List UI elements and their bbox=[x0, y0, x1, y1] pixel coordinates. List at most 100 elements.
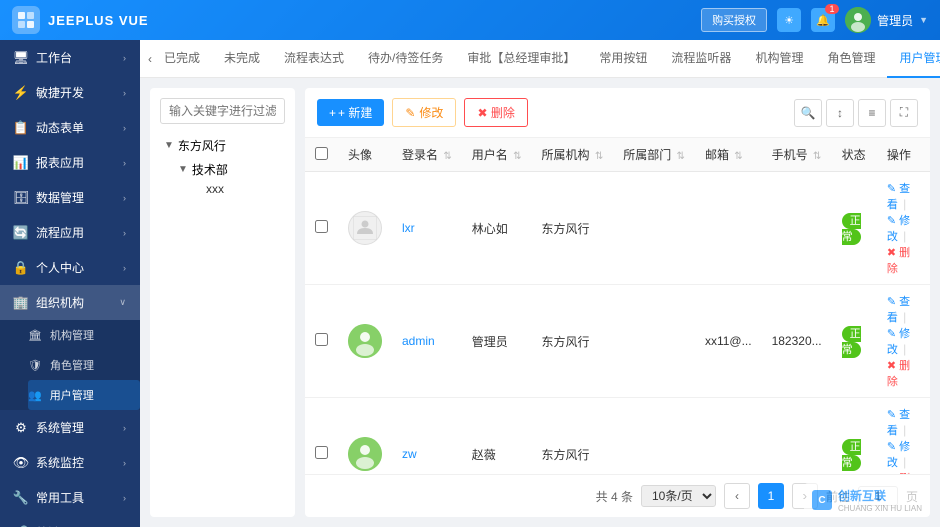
tree-panel: ▼ 东方风行 ▼ 技术部 xxx bbox=[150, 88, 295, 517]
delete-link-1[interactable]: ✖ 删除 bbox=[887, 360, 910, 388]
username-0: 林心如 bbox=[462, 172, 532, 285]
admin-area[interactable]: 管理员 ▼ bbox=[845, 7, 928, 33]
tab-flow-listener[interactable]: 流程监听器 bbox=[659, 40, 743, 78]
edit-link-1[interactable]: ✎ 修改 bbox=[887, 328, 910, 356]
sidebar-item-user-mgr[interactable]: 👥 用户管理 bbox=[28, 380, 140, 410]
page-size-select[interactable]: 10条/页 20条/页 50条/页 bbox=[641, 485, 716, 507]
notification-button[interactable]: 🔔 1 bbox=[811, 8, 835, 32]
header-avatar: 头像 bbox=[338, 138, 392, 172]
tab-user-mgmt[interactable]: 用户管理 × bbox=[887, 40, 940, 78]
table-row: zw赵薇东方风行正常 ✎ 查看 | ✎ 修改 | ✖ 删除 bbox=[305, 398, 930, 475]
row-checkbox-2[interactable] bbox=[315, 446, 328, 459]
flow-chevron: › bbox=[123, 228, 126, 238]
admin-avatar bbox=[845, 7, 871, 33]
tab-undone[interactable]: 未完成 bbox=[212, 40, 272, 78]
column-toggle-button[interactable]: ≡ bbox=[858, 99, 886, 127]
username-sort-icon[interactable]: ⇅ bbox=[513, 151, 521, 162]
table-header-row: 头像 登录名 ⇅ 用户名 ⇅ 所属机构 ⇅ 所属部门 ⇅ 邮箱 ⇅ 手机号 ⇅ … bbox=[305, 138, 930, 172]
workspace-icon: 🖥 bbox=[14, 51, 28, 65]
dept-0 bbox=[613, 172, 695, 285]
sys-mgr-icon: ⚙ bbox=[14, 421, 28, 435]
sidebar-label-dynamic: 动态表单 bbox=[36, 119, 84, 136]
delete-link-0[interactable]: ✖ 删除 bbox=[887, 247, 910, 275]
sidebar-item-flow[interactable]: 🔄 流程应用 › bbox=[0, 215, 140, 250]
theme-button[interactable]: ☀ bbox=[777, 8, 801, 32]
view-link-2[interactable]: ✎ 查看 bbox=[887, 409, 910, 437]
login-link-0[interactable]: lxr bbox=[402, 221, 415, 235]
sidebar-item-org-mgr[interactable]: 🏛 机构管理 bbox=[28, 320, 140, 350]
sidebar-item-role-mgr[interactable]: 🛡 角色管理 bbox=[28, 350, 140, 380]
org-sort-icon[interactable]: ⇅ bbox=[595, 151, 603, 162]
sidebar-item-agile[interactable]: ⚡ 敏捷开发 › bbox=[0, 75, 140, 110]
dept-sort-icon[interactable]: ⇅ bbox=[677, 151, 685, 162]
view-link-0[interactable]: ✎ 查看 bbox=[887, 183, 910, 211]
login-sort-icon[interactable]: ⇅ bbox=[443, 151, 451, 162]
delete-button[interactable]: ✖ 删除 bbox=[464, 98, 527, 127]
tree-dept-node: ▼ 技术部 xxx bbox=[174, 156, 285, 201]
edit-link-2[interactable]: ✎ 修改 bbox=[887, 441, 910, 469]
username-1: 管理员 bbox=[462, 285, 532, 398]
tree-root-label[interactable]: ▼ 东方风行 bbox=[160, 135, 285, 156]
sidebar-label-workspace: 工作台 bbox=[36, 49, 72, 66]
sidebar-item-dynamic[interactable]: 📋 动态表单 › bbox=[0, 110, 140, 145]
view-link-1[interactable]: ✎ 查看 bbox=[887, 296, 910, 324]
edit-icon: ✎ bbox=[405, 106, 415, 120]
action-cell-1: ✎ 查看 | ✎ 修改 | ✖ 删除 bbox=[877, 285, 930, 398]
phone-sort-icon[interactable]: ⇅ bbox=[813, 151, 821, 162]
tree-leaf-xxx[interactable]: xxx bbox=[188, 180, 285, 198]
add-icon: + bbox=[329, 106, 336, 120]
table-wrap: 头像 登录名 ⇅ 用户名 ⇅ 所属机构 ⇅ 所属部门 ⇅ 邮箱 ⇅ 手机号 ⇅ … bbox=[305, 138, 930, 474]
tools-chevron: › bbox=[123, 493, 126, 503]
login-link-2[interactable]: zw bbox=[402, 447, 417, 461]
tab-approve[interactable]: 审批【总经理审批】 bbox=[455, 40, 587, 78]
email-sort-icon[interactable]: ⇅ bbox=[734, 151, 742, 162]
row-checkbox-0[interactable] bbox=[315, 220, 328, 233]
data-icon: 🗄 bbox=[14, 191, 28, 205]
purchase-button[interactable]: 购买授权 bbox=[701, 8, 767, 32]
sidebar-item-report[interactable]: 📊 报表应用 › bbox=[0, 145, 140, 180]
agile-icon: ⚡ bbox=[14, 86, 28, 100]
sidebar-item-personal[interactable]: 🔒 个人中心 › bbox=[0, 250, 140, 285]
sidebar-label-org: 组织机构 bbox=[36, 294, 84, 311]
avatar-placeholder-0 bbox=[348, 211, 382, 245]
sidebar-label-org-mgr: 机构管理 bbox=[50, 327, 94, 343]
sidebar-item-tools[interactable]: 🔧 常用工具 › bbox=[0, 480, 140, 515]
sidebar-item-org[interactable]: 🏢 组织机构 ∨ bbox=[0, 285, 140, 320]
login-link-1[interactable]: admin bbox=[402, 334, 435, 348]
sidebar-label-personal: 个人中心 bbox=[36, 259, 84, 276]
sidebar-label-data: 数据管理 bbox=[36, 189, 84, 206]
sidebar-item-sys-mgr[interactable]: ⚙ 系统管理 › bbox=[0, 410, 140, 445]
tab-role-mgmt[interactable]: 角色管理 bbox=[815, 40, 887, 78]
page-1-button[interactable]: 1 bbox=[758, 483, 784, 509]
add-button[interactable]: + + 新建 bbox=[317, 99, 384, 126]
org-chevron: ∨ bbox=[119, 297, 126, 308]
edit-link-0[interactable]: ✎ 修改 bbox=[887, 215, 910, 243]
org-1: 东方风行 bbox=[531, 285, 613, 398]
header-phone: 手机号 ⇅ bbox=[762, 138, 832, 172]
tab-done[interactable]: 已完成 bbox=[152, 40, 212, 78]
sidebar-item-workspace[interactable]: 🖥 工作台 › bbox=[0, 40, 140, 75]
prev-page-button[interactable]: ‹ bbox=[724, 483, 750, 509]
header-right: 购买授权 ☀ 🔔 1 管理员 ▼ bbox=[701, 7, 928, 33]
admin-name: 管理员 bbox=[877, 12, 913, 29]
watermark-text: 创新互联 bbox=[838, 487, 922, 504]
row-checkbox-1[interactable] bbox=[315, 333, 328, 346]
tab-flow-expr[interactable]: 流程表达式 bbox=[272, 40, 356, 78]
sidebar-item-data[interactable]: 🗄 数据管理 › bbox=[0, 180, 140, 215]
sidebar-item-sys-monitor[interactable]: 👁 系统监控 › bbox=[0, 445, 140, 480]
tab-pending[interactable]: 待办/待签任务 bbox=[356, 40, 455, 78]
fullscreen-button[interactable]: ⛶ bbox=[890, 99, 918, 127]
tree-dept-text: 技术部 bbox=[192, 161, 228, 178]
action-cell-0: ✎ 查看 | ✎ 修改 | ✖ 删除 bbox=[877, 172, 930, 285]
table-row: lxr林心如东方风行正常 ✎ 查看 | ✎ 修改 | ✖ 删除 bbox=[305, 172, 930, 285]
refresh-button[interactable]: ↕ bbox=[826, 99, 854, 127]
sidebar-item-external[interactable]: 🔗 外链 › bbox=[0, 515, 140, 527]
tab-common-btn[interactable]: 常用按钮 bbox=[587, 40, 659, 78]
tree-search-input[interactable] bbox=[160, 98, 285, 124]
watermark-icon: C bbox=[812, 490, 832, 510]
tab-org-mgmt[interactable]: 机构管理 bbox=[743, 40, 815, 78]
select-all-checkbox[interactable] bbox=[315, 147, 328, 160]
search-button[interactable]: 🔍 bbox=[794, 99, 822, 127]
tree-dept-label[interactable]: ▼ 技术部 bbox=[174, 159, 285, 180]
edit-button[interactable]: ✎ 修改 bbox=[392, 98, 456, 127]
